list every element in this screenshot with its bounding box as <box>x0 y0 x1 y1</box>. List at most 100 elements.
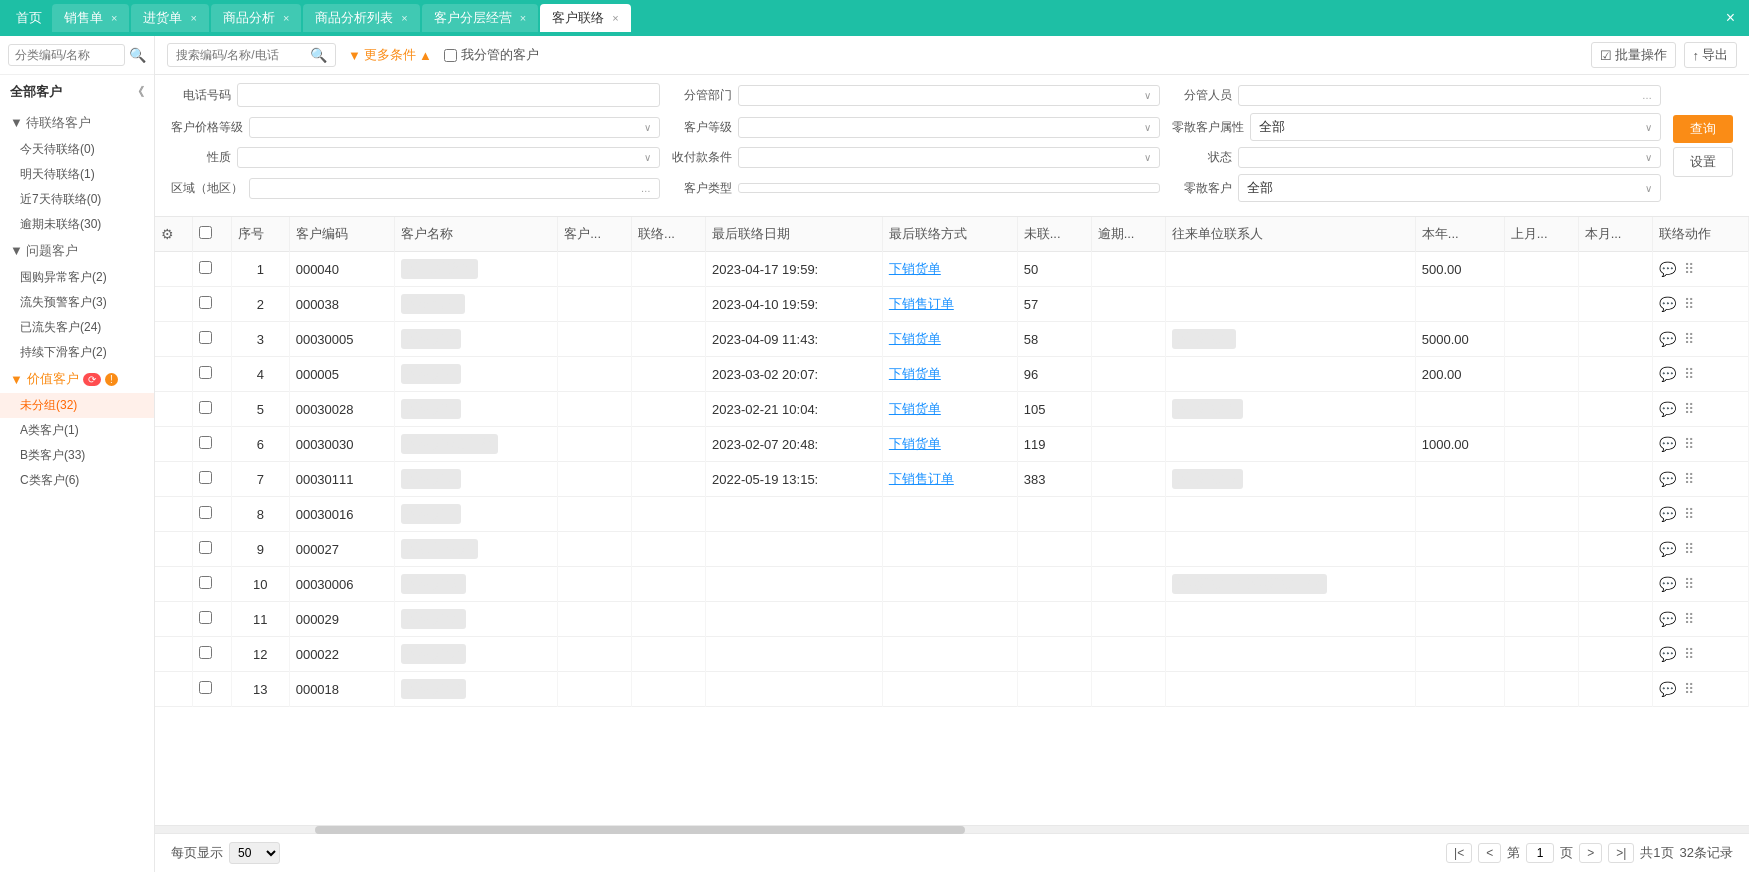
grid-icon[interactable]: ⠿ <box>1684 471 1694 487</box>
price-level-select[interactable]: ∨ <box>249 117 660 138</box>
grid-icon[interactable]: ⠿ <box>1684 611 1694 627</box>
last-way-link[interactable]: 下销货单 <box>889 401 941 416</box>
close-tab-customer-contact-icon[interactable]: × <box>612 12 618 24</box>
close-all-tabs-icon[interactable]: × <box>1720 9 1741 27</box>
cell-checkbox[interactable] <box>193 427 232 462</box>
message-icon[interactable]: 💬 <box>1659 296 1676 312</box>
cell-checkbox[interactable] <box>193 532 232 567</box>
message-icon[interactable]: 💬 <box>1659 611 1676 627</box>
sidebar-item-a-class[interactable]: A类客户(1) <box>0 418 154 443</box>
row-checkbox[interactable] <box>199 646 212 659</box>
last-way-link[interactable]: 下销售订单 <box>889 471 954 486</box>
message-icon[interactable]: 💬 <box>1659 471 1676 487</box>
close-tab-product-list-icon[interactable]: × <box>401 12 407 24</box>
sidebar-all-customers[interactable]: 全部客户 《 <box>0 75 154 109</box>
message-icon[interactable]: 💬 <box>1659 436 1676 452</box>
export-button[interactable]: ↑ 导出 <box>1684 42 1738 68</box>
sidebar-item-declining[interactable]: 持续下滑客户(2) <box>0 340 154 365</box>
cell-checkbox[interactable] <box>193 567 232 602</box>
sidebar-collapse-icon[interactable]: 《 <box>132 84 144 101</box>
phone-input[interactable] <box>237 83 660 107</box>
sidebar-item-7days[interactable]: 近7天待联络(0) <box>0 187 154 212</box>
grid-icon[interactable]: ⠿ <box>1684 366 1694 382</box>
nav-tab-product-list[interactable]: 商品分析列表 × <box>303 4 419 32</box>
grid-icon[interactable]: ⠿ <box>1684 576 1694 592</box>
message-icon[interactable]: 💬 <box>1659 646 1676 662</box>
row-checkbox[interactable] <box>199 366 212 379</box>
filter-search-icon[interactable]: 🔍 <box>310 47 327 63</box>
grid-icon[interactable]: ⠿ <box>1684 436 1694 452</box>
grid-icon[interactable]: ⠿ <box>1684 506 1694 522</box>
scrollbar-thumb[interactable] <box>315 826 965 834</box>
sidebar-section-value[interactable]: ▼ 价值客户 ⟳ ! <box>0 365 154 393</box>
sidebar-search-icon[interactable]: 🔍 <box>129 47 146 63</box>
sidebar-section-waiting[interactable]: ▼ 待联络客户 <box>0 109 154 137</box>
sidebar-item-today[interactable]: 今天待联络(0) <box>0 137 154 162</box>
grid-icon[interactable]: ⠿ <box>1684 646 1694 662</box>
col-settings[interactable]: ⚙ <box>155 217 193 252</box>
sidebar-item-abnormal[interactable]: 囤购异常客户(2) <box>0 265 154 290</box>
message-icon[interactable]: 💬 <box>1659 366 1676 382</box>
sidebar-section-problem[interactable]: ▼ 问题客户 <box>0 237 154 265</box>
sidebar-item-churned[interactable]: 已流失客户(24) <box>0 315 154 340</box>
person-select[interactable]: … <box>1238 85 1661 106</box>
message-icon[interactable]: 💬 <box>1659 401 1676 417</box>
row-checkbox[interactable] <box>199 576 212 589</box>
row-checkbox[interactable] <box>199 681 212 694</box>
last-way-link[interactable]: 下销货单 <box>889 261 941 276</box>
reset-button[interactable]: 设置 <box>1673 147 1733 177</box>
sidebar-item-b-class[interactable]: B类客户(33) <box>0 443 154 468</box>
close-tab-sales-icon[interactable]: × <box>111 12 117 24</box>
row-checkbox[interactable] <box>199 261 212 274</box>
cell-checkbox[interactable] <box>193 392 232 427</box>
grid-icon[interactable]: ⠿ <box>1684 296 1694 312</box>
grid-icon[interactable]: ⠿ <box>1684 541 1694 557</box>
page-number-input[interactable] <box>1526 843 1554 863</box>
nav-tab-product-analysis[interactable]: 商品分析 × <box>211 4 301 32</box>
col-name[interactable]: 客户名称 <box>394 217 557 252</box>
last-way-link[interactable]: 下销售订单 <box>889 296 954 311</box>
sidebar-item-churn-warning[interactable]: 流失预警客户(3) <box>0 290 154 315</box>
close-tab-purchase-icon[interactable]: × <box>190 12 196 24</box>
col-code[interactable]: 客户编码 <box>289 217 394 252</box>
row-checkbox[interactable] <box>199 541 212 554</box>
retail-customer-select[interactable]: 全部 ∨ <box>1238 174 1661 202</box>
first-page-btn[interactable]: |< <box>1446 843 1472 863</box>
page-size-select[interactable]: 50 100 <box>229 842 280 864</box>
last-way-link[interactable]: 下销货单 <box>889 366 941 381</box>
grid-icon[interactable]: ⠿ <box>1684 261 1694 277</box>
select-all-checkbox[interactable] <box>199 226 212 239</box>
message-icon[interactable]: 💬 <box>1659 681 1676 697</box>
row-checkbox[interactable] <box>199 401 212 414</box>
col-checkbox[interactable] <box>193 217 232 252</box>
cell-checkbox[interactable] <box>193 672 232 707</box>
last-way-link[interactable]: 下销货单 <box>889 436 941 451</box>
grid-icon[interactable]: ⠿ <box>1684 681 1694 697</box>
row-checkbox[interactable] <box>199 471 212 484</box>
customer-level-select[interactable]: ∨ <box>738 117 1161 138</box>
cell-checkbox[interactable] <box>193 497 232 532</box>
cell-checkbox[interactable] <box>193 462 232 497</box>
row-checkbox[interactable] <box>199 436 212 449</box>
row-checkbox[interactable] <box>199 296 212 309</box>
cell-checkbox[interactable] <box>193 637 232 672</box>
dept-select[interactable]: ∨ <box>738 85 1161 106</box>
message-icon[interactable]: 💬 <box>1659 331 1676 347</box>
grid-icon[interactable]: ⠿ <box>1684 401 1694 417</box>
status-select[interactable]: ∨ <box>1238 147 1661 168</box>
last-way-link[interactable]: 下销货单 <box>889 331 941 346</box>
more-conditions-btn[interactable]: ▼ 更多条件 ▲ <box>348 46 432 64</box>
my-customers-check[interactable] <box>444 49 457 62</box>
sidebar-item-ungroup[interactable]: 未分组(32) <box>0 393 154 418</box>
horizontal-scrollbar[interactable] <box>155 825 1749 833</box>
nav-home[interactable]: 首页 <box>8 9 50 27</box>
row-checkbox[interactable] <box>199 331 212 344</box>
grid-icon[interactable]: ⠿ <box>1684 331 1694 347</box>
customer-type-select[interactable] <box>738 183 1161 193</box>
message-icon[interactable]: 💬 <box>1659 506 1676 522</box>
cell-checkbox[interactable] <box>193 252 232 287</box>
last-page-btn[interactable]: >| <box>1608 843 1634 863</box>
retail-attr-select[interactable]: 全部 ∨ <box>1250 113 1661 141</box>
message-icon[interactable]: 💬 <box>1659 261 1676 277</box>
sidebar-item-tomorrow[interactable]: 明天待联络(1) <box>0 162 154 187</box>
